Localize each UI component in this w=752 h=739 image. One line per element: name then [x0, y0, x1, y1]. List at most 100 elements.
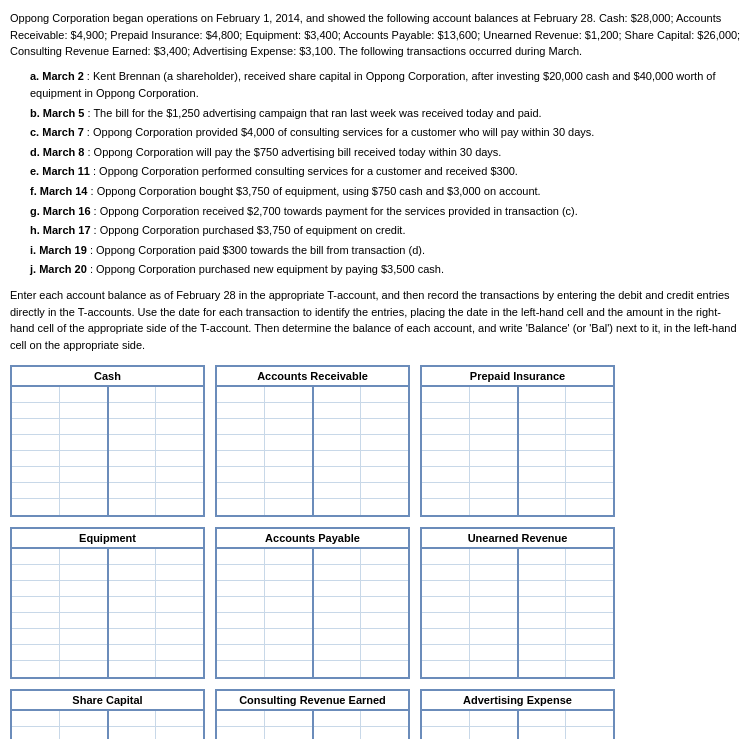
debit-date-cell[interactable] [422, 629, 470, 645]
debit-amount-cell[interactable] [60, 711, 107, 727]
credit-amount-cell[interactable] [361, 499, 408, 515]
debit-date-cell[interactable] [217, 565, 265, 581]
credit-date-cell[interactable] [519, 387, 567, 403]
credit-date-cell[interactable] [314, 387, 362, 403]
credit-amount-cell[interactable] [361, 597, 408, 613]
credit-date-cell[interactable] [519, 645, 567, 661]
debit-date-cell[interactable] [12, 613, 60, 629]
credit-amount-cell[interactable] [361, 549, 408, 565]
debit-amount-cell[interactable] [60, 499, 107, 515]
credit-amount-cell[interactable] [566, 661, 613, 677]
debit-date-cell[interactable] [12, 549, 60, 565]
credit-amount-cell[interactable] [156, 629, 203, 645]
credit-date-cell[interactable] [109, 387, 157, 403]
credit-date-cell[interactable] [314, 727, 362, 739]
debit-amount-cell[interactable] [60, 727, 107, 739]
credit-amount-cell[interactable] [566, 387, 613, 403]
debit-date-cell[interactable] [217, 451, 265, 467]
credit-amount-cell[interactable] [156, 483, 203, 499]
debit-amount-cell[interactable] [265, 483, 312, 499]
debit-amount-cell[interactable] [60, 661, 107, 677]
debit-amount-cell[interactable] [60, 629, 107, 645]
debit-amount-cell[interactable] [60, 597, 107, 613]
debit-date-cell[interactable] [12, 711, 60, 727]
credit-date-cell[interactable] [519, 711, 567, 727]
debit-amount-cell[interactable] [470, 403, 517, 419]
debit-date-cell[interactable] [217, 597, 265, 613]
credit-date-cell[interactable] [109, 581, 157, 597]
debit-amount-cell[interactable] [265, 661, 312, 677]
credit-date-cell[interactable] [109, 565, 157, 581]
debit-amount-cell[interactable] [470, 711, 517, 727]
debit-date-cell[interactable] [217, 483, 265, 499]
debit-date-cell[interactable] [217, 387, 265, 403]
debit-amount-cell[interactable] [265, 549, 312, 565]
credit-amount-cell[interactable] [361, 435, 408, 451]
credit-date-cell[interactable] [109, 597, 157, 613]
credit-date-cell[interactable] [109, 451, 157, 467]
debit-date-cell[interactable] [12, 629, 60, 645]
debit-date-cell[interactable] [12, 403, 60, 419]
credit-date-cell[interactable] [314, 645, 362, 661]
debit-amount-cell[interactable] [60, 451, 107, 467]
credit-date-cell[interactable] [314, 419, 362, 435]
debit-amount-cell[interactable] [470, 581, 517, 597]
credit-date-cell[interactable] [519, 435, 567, 451]
credit-date-cell[interactable] [314, 597, 362, 613]
debit-amount-cell[interactable] [470, 597, 517, 613]
credit-date-cell[interactable] [314, 565, 362, 581]
credit-amount-cell[interactable] [566, 613, 613, 629]
debit-amount-cell[interactable] [60, 403, 107, 419]
debit-amount-cell[interactable] [265, 499, 312, 515]
debit-date-cell[interactable] [217, 435, 265, 451]
credit-amount-cell[interactable] [566, 629, 613, 645]
debit-amount-cell[interactable] [60, 613, 107, 629]
credit-date-cell[interactable] [314, 581, 362, 597]
debit-amount-cell[interactable] [265, 565, 312, 581]
credit-date-cell[interactable] [519, 499, 567, 515]
credit-date-cell[interactable] [109, 613, 157, 629]
credit-date-cell[interactable] [314, 435, 362, 451]
credit-amount-cell[interactable] [361, 661, 408, 677]
debit-amount-cell[interactable] [60, 581, 107, 597]
debit-amount-cell[interactable] [265, 645, 312, 661]
debit-date-cell[interactable] [12, 499, 60, 515]
credit-date-cell[interactable] [314, 549, 362, 565]
debit-date-cell[interactable] [217, 419, 265, 435]
debit-amount-cell[interactable] [470, 467, 517, 483]
credit-amount-cell[interactable] [156, 419, 203, 435]
credit-amount-cell[interactable] [156, 435, 203, 451]
credit-date-cell[interactable] [314, 629, 362, 645]
credit-amount-cell[interactable] [361, 727, 408, 739]
credit-amount-cell[interactable] [566, 435, 613, 451]
credit-amount-cell[interactable] [156, 387, 203, 403]
credit-amount-cell[interactable] [566, 565, 613, 581]
debit-amount-cell[interactable] [265, 467, 312, 483]
debit-amount-cell[interactable] [265, 597, 312, 613]
credit-amount-cell[interactable] [361, 581, 408, 597]
debit-date-cell[interactable] [422, 597, 470, 613]
debit-amount-cell[interactable] [60, 549, 107, 565]
credit-amount-cell[interactable] [361, 403, 408, 419]
credit-amount-cell[interactable] [361, 483, 408, 499]
credit-date-cell[interactable] [109, 645, 157, 661]
credit-amount-cell[interactable] [361, 451, 408, 467]
debit-amount-cell[interactable] [470, 645, 517, 661]
debit-date-cell[interactable] [422, 565, 470, 581]
debit-amount-cell[interactable] [470, 613, 517, 629]
debit-amount-cell[interactable] [470, 499, 517, 515]
credit-date-cell[interactable] [109, 483, 157, 499]
debit-amount-cell[interactable] [470, 565, 517, 581]
credit-amount-cell[interactable] [156, 549, 203, 565]
credit-amount-cell[interactable] [566, 549, 613, 565]
debit-date-cell[interactable] [422, 451, 470, 467]
debit-date-cell[interactable] [422, 727, 470, 739]
credit-amount-cell[interactable] [156, 613, 203, 629]
credit-amount-cell[interactable] [361, 645, 408, 661]
debit-date-cell[interactable] [12, 581, 60, 597]
debit-date-cell[interactable] [217, 613, 265, 629]
debit-amount-cell[interactable] [470, 549, 517, 565]
debit-amount-cell[interactable] [470, 419, 517, 435]
credit-amount-cell[interactable] [156, 597, 203, 613]
credit-date-cell[interactable] [519, 419, 567, 435]
